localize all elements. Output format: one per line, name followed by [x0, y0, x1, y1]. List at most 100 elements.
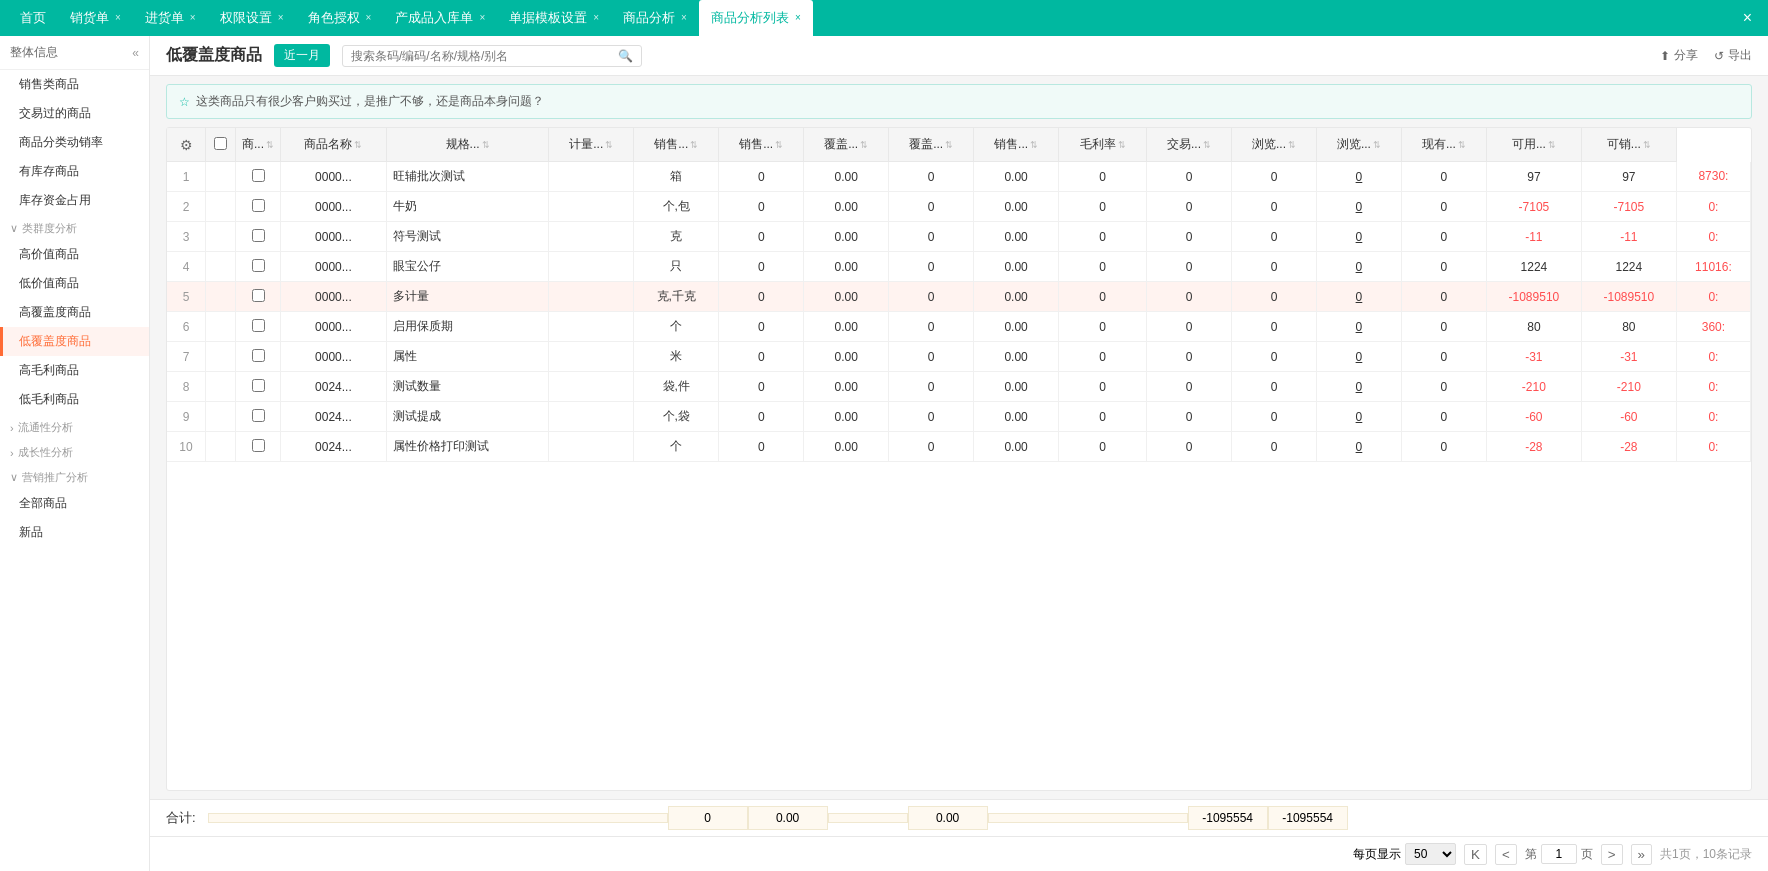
col-sales-amt[interactable]: 销售...⇅ — [719, 128, 804, 162]
row-checkbox[interactable] — [252, 379, 265, 392]
sidebar-item-new-goods[interactable]: 新品 — [0, 518, 149, 547]
data-table: ⚙ 商...⇅ 商品名称⇅ 规格...⇅ 计量...⇅ 销售...⇅ 销售...… — [167, 128, 1751, 462]
row-margin: 0 — [1147, 342, 1232, 372]
nav-permission[interactable]: 权限设置 × — [208, 0, 296, 36]
sort-icon-m: ⇅ — [1118, 140, 1126, 150]
nav-role-auth[interactable]: 角色授权 × — [296, 0, 384, 36]
col-settings[interactable]: ⚙ — [167, 128, 206, 162]
per-page-select[interactable]: 50 100 200 — [1405, 843, 1456, 865]
browse-link[interactable]: 0 — [1356, 440, 1363, 454]
row-checkbox[interactable] — [252, 439, 265, 452]
prev-page-button[interactable]: < — [1495, 844, 1517, 865]
sidebar-item-high-coverage[interactable]: 高覆盖度商品 — [0, 298, 149, 327]
nav-sales-order[interactable]: 销货单 × — [58, 0, 133, 36]
col-spec[interactable]: 规格...⇅ — [386, 128, 548, 162]
col-code[interactable]: 商...⇅ — [236, 128, 281, 162]
page-number-input[interactable] — [1541, 844, 1577, 864]
row-sales-qty: 0 — [719, 402, 804, 432]
row-checkbox[interactable] — [252, 169, 265, 182]
col-cover1[interactable]: 覆盖...⇅ — [804, 128, 889, 162]
nav-template-settings[interactable]: 单据模板设置 × — [497, 0, 611, 36]
col-sales-qty[interactable]: 销售...⇅ — [634, 128, 719, 162]
col-cover2[interactable]: 覆盖...⇅ — [889, 128, 974, 162]
col-trade[interactable]: 交易...⇅ — [1147, 128, 1232, 162]
search-input[interactable] — [351, 49, 614, 63]
browse-link[interactable]: 0 — [1356, 200, 1363, 214]
sidebar-item-sales-goods[interactable]: 销售类商品 — [0, 70, 149, 99]
col-unit[interactable]: 计量...⇅ — [549, 128, 634, 162]
sidebar-section-marketing[interactable]: ∨ 营销推广分析 — [0, 464, 149, 489]
col-spec-label: 规格... — [446, 136, 480, 153]
close-product-inbound-icon[interactable]: × — [479, 0, 485, 36]
window-close-button[interactable]: × — [1735, 9, 1760, 27]
sidebar-item-low-margin[interactable]: 低毛利商品 — [0, 385, 149, 414]
close-purchase-icon[interactable]: × — [190, 0, 196, 36]
browse-link[interactable]: 0 — [1356, 290, 1363, 304]
col-available[interactable]: 可用...⇅ — [1486, 128, 1581, 162]
col-sales3[interactable]: 销售...⇅ — [974, 128, 1059, 162]
nav-product-analysis[interactable]: 商品分析 × — [611, 0, 699, 36]
row-sales-amt: 0.00 — [804, 372, 889, 402]
sidebar-collapse-button[interactable]: « — [132, 46, 139, 60]
col-browse1[interactable]: 浏览...⇅ — [1232, 128, 1317, 162]
sidebar-item-high-value[interactable]: 高价值商品 — [0, 240, 149, 269]
col-name[interactable]: 商品名称⇅ — [281, 128, 387, 162]
row-checkbox[interactable] — [252, 229, 265, 242]
sidebar-section-growth[interactable]: › 成长性分析 — [0, 439, 149, 464]
browse-link[interactable]: 0 — [1356, 260, 1363, 274]
browse-link[interactable]: 0 — [1356, 230, 1363, 244]
nav-product-analysis-list[interactable]: 商品分析列表 × — [699, 0, 813, 36]
col-saleable[interactable]: 可销...⇅ — [1581, 128, 1676, 162]
nav-home[interactable]: 首页 — [8, 0, 58, 36]
row-unit: 袋,件 — [634, 372, 719, 402]
sidebar-item-high-margin[interactable]: 高毛利商品 — [0, 356, 149, 385]
browse-link[interactable]: 0 — [1356, 350, 1363, 364]
sidebar-item-all-goods[interactable]: 全部商品 — [0, 489, 149, 518]
row-cover1: 0 — [889, 342, 974, 372]
row-sales-amt: 0.00 — [804, 192, 889, 222]
row-checkbox[interactable] — [252, 289, 265, 302]
row-sales3: 0 — [1059, 162, 1147, 192]
sidebar-title: 整体信息 — [10, 44, 58, 61]
browse-link[interactable]: 0 — [1356, 170, 1363, 184]
sidebar-item-in-stock[interactable]: 有库存商品 — [0, 157, 149, 186]
col-margin[interactable]: 毛利率⇅ — [1059, 128, 1147, 162]
close-analysis-list-icon[interactable]: × — [795, 0, 801, 36]
row-checkbox[interactable] — [252, 199, 265, 212]
sidebar-item-traded-goods[interactable]: 交易过的商品 — [0, 99, 149, 128]
export-button[interactable]: ↺ 导出 — [1714, 47, 1752, 64]
select-all-checkbox[interactable] — [214, 137, 227, 150]
share-button[interactable]: ⬆ 分享 — [1660, 47, 1698, 64]
row-checkbox[interactable] — [252, 259, 265, 272]
first-page-button[interactable]: K — [1464, 844, 1487, 865]
row-checkbox[interactable] — [252, 409, 265, 422]
nav-product-inbound[interactable]: 产成品入库单 × — [383, 0, 497, 36]
search-icon[interactable]: 🔍 — [618, 49, 633, 63]
summary-bar: 合计: 0 0.00 0.00 -1095554 -1095554 — [150, 799, 1768, 836]
sidebar-item-low-value[interactable]: 低价值商品 — [0, 269, 149, 298]
close-template-icon[interactable]: × — [593, 0, 599, 36]
filter-recent-month-button[interactable]: 近一月 — [274, 44, 330, 67]
row-checkbox[interactable] — [252, 319, 265, 332]
close-role-icon[interactable]: × — [366, 0, 372, 36]
nav-purchase-order[interactable]: 进货单 × — [133, 0, 208, 36]
sidebar-item-low-coverage[interactable]: 低覆盖度商品 — [0, 327, 149, 356]
sidebar-item-stock-capital[interactable]: 库存资金占用 — [0, 186, 149, 215]
row-checkbox-cell — [236, 312, 281, 342]
close-analysis-icon[interactable]: × — [681, 0, 687, 36]
browse-link[interactable]: 0 — [1356, 380, 1363, 394]
row-checkbox[interactable] — [252, 349, 265, 362]
sidebar-section-quality[interactable]: ∨ 类群度分析 — [0, 215, 149, 240]
col-browse2[interactable]: 浏览...⇅ — [1316, 128, 1401, 162]
col-current-stock[interactable]: 现有...⇅ — [1401, 128, 1486, 162]
row-current-stock: -31 — [1486, 342, 1581, 372]
next-page-button[interactable]: > — [1601, 844, 1623, 865]
browse-link[interactable]: 0 — [1356, 410, 1363, 424]
sidebar-section-flow[interactable]: › 流通性分析 — [0, 414, 149, 439]
close-sales-order-icon[interactable]: × — [115, 0, 121, 36]
browse-link[interactable]: 0 — [1356, 320, 1363, 334]
close-permission-icon[interactable]: × — [278, 0, 284, 36]
last-page-button[interactable]: » — [1631, 844, 1652, 865]
settings-icon[interactable]: ⚙ — [180, 137, 193, 153]
sidebar-item-category-rate[interactable]: 商品分类动销率 — [0, 128, 149, 157]
